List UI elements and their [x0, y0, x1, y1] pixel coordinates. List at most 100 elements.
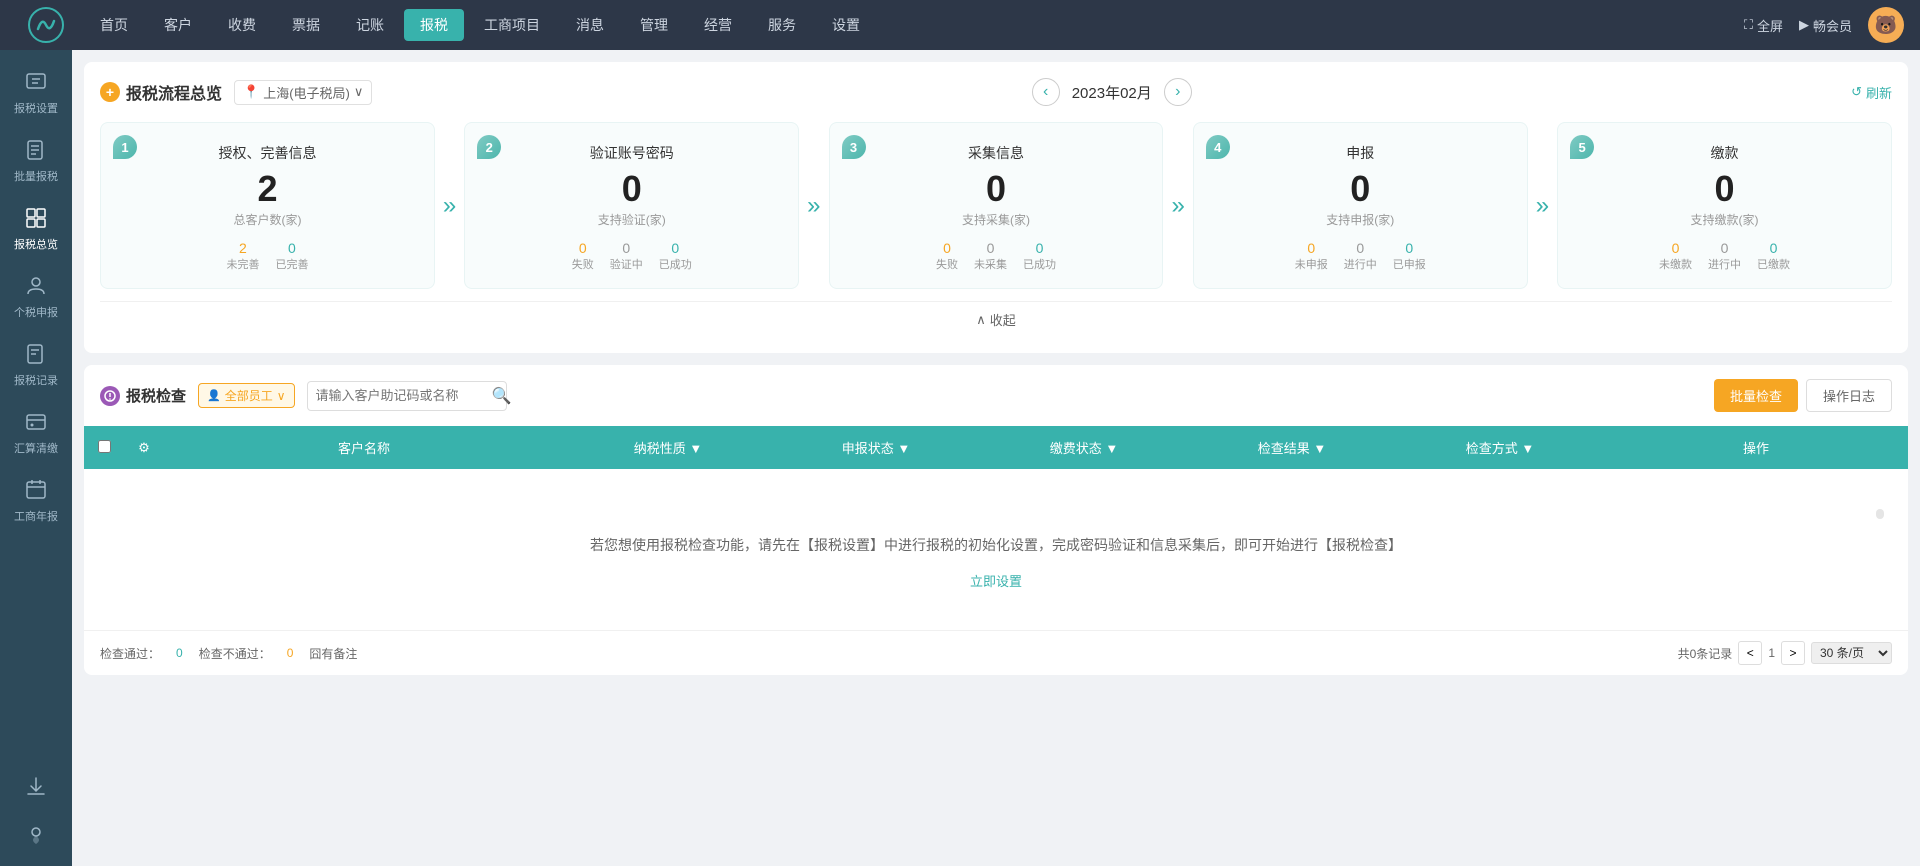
step-4-num: 4 — [1206, 135, 1230, 159]
gear-icon[interactable]: ⚙ — [138, 440, 150, 455]
sidebar-item-tax-overview[interactable]: 报税总览 — [0, 194, 72, 262]
chevron-icon: ∨ — [277, 389, 286, 403]
step-3-stat-1: 0 未采集 — [974, 240, 1007, 272]
sidebar-item-tax-settings[interactable]: 报税设置 — [0, 58, 72, 126]
step-3-stat-0: 0 失败 — [936, 240, 958, 272]
step-3-stat-2: 0 已成功 — [1023, 240, 1056, 272]
step-3-stats: 0 失败 0 未采集 0 已成功 — [936, 240, 1056, 272]
per-page-select[interactable]: 30 条/页50 条/页100 条/页 — [1811, 642, 1892, 664]
step-5-stat-2: 0 已缴款 — [1757, 240, 1790, 272]
sidebar-item-location[interactable] — [18, 810, 54, 858]
nav-fee[interactable]: 收费 — [212, 9, 272, 41]
sidebar: 报税设置 批量报税 报税总览 个税申报 报税记录 — [0, 50, 72, 866]
table-header: ⚙ 客户名称 纳税性质 ▼ 申报状态 ▼ 缴费状态 ▼ 检查结果 ▼ — [84, 426, 1908, 469]
sidebar-label-settlement: 汇算清缴 — [14, 440, 58, 456]
overview-title: + 报税流程总览 — [100, 80, 222, 104]
nav-message[interactable]: 消息 — [560, 9, 620, 41]
nav-right: ⛶ 全屏 ▶ 畅会员 🐻 — [1744, 7, 1904, 43]
month-display: 2023年02月 — [1072, 82, 1152, 103]
batch-check-button[interactable]: 批量检查 — [1714, 379, 1798, 412]
sidebar-item-annual-report[interactable]: 工商年报 — [0, 466, 72, 534]
step-4-stats: 0 未申报 0 进行中 0 已申报 — [1295, 240, 1426, 272]
arrow-4: » — [1528, 122, 1557, 289]
col-check-result[interactable]: 检查结果 ▼ — [1188, 426, 1396, 469]
tax-record-icon — [22, 340, 50, 368]
first-page-button[interactable]: < — [1738, 641, 1762, 665]
col-customer-name: 客户名称 — [164, 426, 564, 469]
sidebar-item-batch-tax[interactable]: 批量报税 — [0, 126, 72, 194]
check-fail-num[interactable]: 0 — [287, 646, 294, 660]
nav-service[interactable]: 服务 — [752, 9, 812, 41]
step-4-sub: 支持申报(家) — [1326, 211, 1394, 228]
step-5-stat-0: 0 未缴款 — [1659, 240, 1692, 272]
checkbox-col[interactable] — [84, 428, 124, 468]
step-4-main-num: 0 — [1350, 171, 1370, 207]
col-tax-type[interactable]: 纳税性质 ▼ — [564, 426, 772, 469]
check-pass-num[interactable]: 0 — [176, 646, 183, 660]
tax-check-icon — [100, 386, 120, 406]
overview-card: + 报税流程总览 📍 上海(电子税局) ∨ ‹ 2023年02月 › ↺ 刷新 — [84, 62, 1908, 353]
select-all-checkbox[interactable] — [98, 440, 111, 453]
collapse-button[interactable]: ∧ 收起 — [100, 301, 1892, 337]
step-4-stat-0: 0 未申报 — [1295, 240, 1328, 272]
nav-accounting[interactable]: 记账 — [340, 9, 400, 41]
col-check-method[interactable]: 检查方式 ▼ — [1396, 426, 1604, 469]
sidebar-item-personal-tax[interactable]: 个税申报 — [0, 262, 72, 330]
col-operations: 操作 — [1604, 426, 1908, 469]
logo — [16, 7, 76, 43]
step-1-card: 1 授权、完善信息 2 总客户数(家) 2 未完善 0 已完善 — [100, 122, 435, 289]
nav-operation[interactable]: 经营 — [688, 9, 748, 41]
nav-management[interactable]: 管理 — [624, 9, 684, 41]
nav-settings[interactable]: 设置 — [816, 9, 876, 41]
setup-link[interactable]: 立即设置 — [970, 571, 1022, 590]
empty-hint-text: 若您想使用报税检查功能，请先在【报税设置】中进行报税的初始化设置，完成密码验证和… — [590, 535, 1402, 555]
col-report-status[interactable]: 申报状态 ▼ — [772, 426, 980, 469]
employee-icon: 👤 — [207, 389, 221, 402]
fullscreen-icon: ⛶ — [1744, 17, 1753, 33]
operation-log-button[interactable]: 操作日志 — [1806, 379, 1892, 412]
nav-home[interactable]: 首页 — [84, 9, 144, 41]
step-4-card: 4 申报 0 支持申报(家) 0 未申报 0 进行中 — [1193, 122, 1528, 289]
month-nav: ‹ 2023年02月 › — [1032, 78, 1192, 106]
sidebar-item-download[interactable] — [18, 762, 54, 810]
search-input[interactable] — [316, 388, 492, 403]
search-box: 🔍 — [307, 381, 507, 411]
tax-check-header: 报税检查 👤 全部员工 ∨ 🔍 批量检查 操作日志 — [84, 365, 1908, 426]
step-3-title: 采集信息 — [968, 143, 1024, 163]
step-2-main-num: 0 — [622, 171, 642, 207]
member-button[interactable]: ▶ 畅会员 — [1799, 16, 1852, 35]
next-page-button[interactable]: > — [1781, 641, 1805, 665]
nav-customer[interactable]: 客户 — [148, 9, 208, 41]
nav-invoice[interactable]: 票据 — [276, 9, 336, 41]
col-pay-status[interactable]: 缴费状态 ▼ — [980, 426, 1188, 469]
tax-settings-icon — [22, 68, 50, 96]
step-1-stat-0: 2 未完善 — [226, 240, 259, 272]
batch-tax-icon — [22, 136, 50, 164]
employee-filter[interactable]: 👤 全部员工 ∨ — [198, 383, 295, 408]
overview-header: + 报税流程总览 📍 上海(电子税局) ∨ ‹ 2023年02月 › ↺ 刷新 — [100, 78, 1892, 106]
nav-commerce[interactable]: 工商项目 — [468, 9, 556, 41]
prev-month-button[interactable]: ‹ — [1032, 78, 1060, 106]
step-2-title: 验证账号密码 — [590, 143, 674, 163]
step-1-num: 1 — [113, 135, 137, 159]
step-1-stats: 2 未完善 0 已完善 — [226, 240, 308, 272]
step-2-num: 2 — [477, 135, 501, 159]
arrow-1: » — [435, 122, 464, 289]
sidebar-label-tax-overview: 报税总览 — [14, 236, 58, 252]
arrow-2: » — [799, 122, 828, 289]
refresh-icon: ↺ — [1851, 84, 1862, 100]
location-tag[interactable]: 📍 上海(电子税局) ∨ — [234, 80, 372, 105]
step-4-stat-2: 0 已申报 — [1393, 240, 1426, 272]
sidebar-item-settlement[interactable]: 汇算清缴 — [0, 398, 72, 466]
step-5-main-num: 0 — [1715, 171, 1735, 207]
sidebar-item-tax-record[interactable]: 报税记录 — [0, 330, 72, 398]
sidebar-label-tax-settings: 报税设置 — [14, 100, 58, 116]
header-right-buttons: 批量检查 操作日志 — [1714, 379, 1892, 412]
step-5-stat-1: 0 进行中 — [1708, 240, 1741, 272]
current-page: 1 — [1768, 646, 1775, 660]
nav-tax[interactable]: 报税 — [404, 9, 464, 41]
next-month-button[interactable]: › — [1164, 78, 1192, 106]
fullscreen-button[interactable]: ⛶ 全屏 — [1744, 16, 1783, 35]
refresh-button[interactable]: ↺ 刷新 — [1851, 83, 1892, 102]
step-2-stat-1: 0 验证中 — [610, 240, 643, 272]
